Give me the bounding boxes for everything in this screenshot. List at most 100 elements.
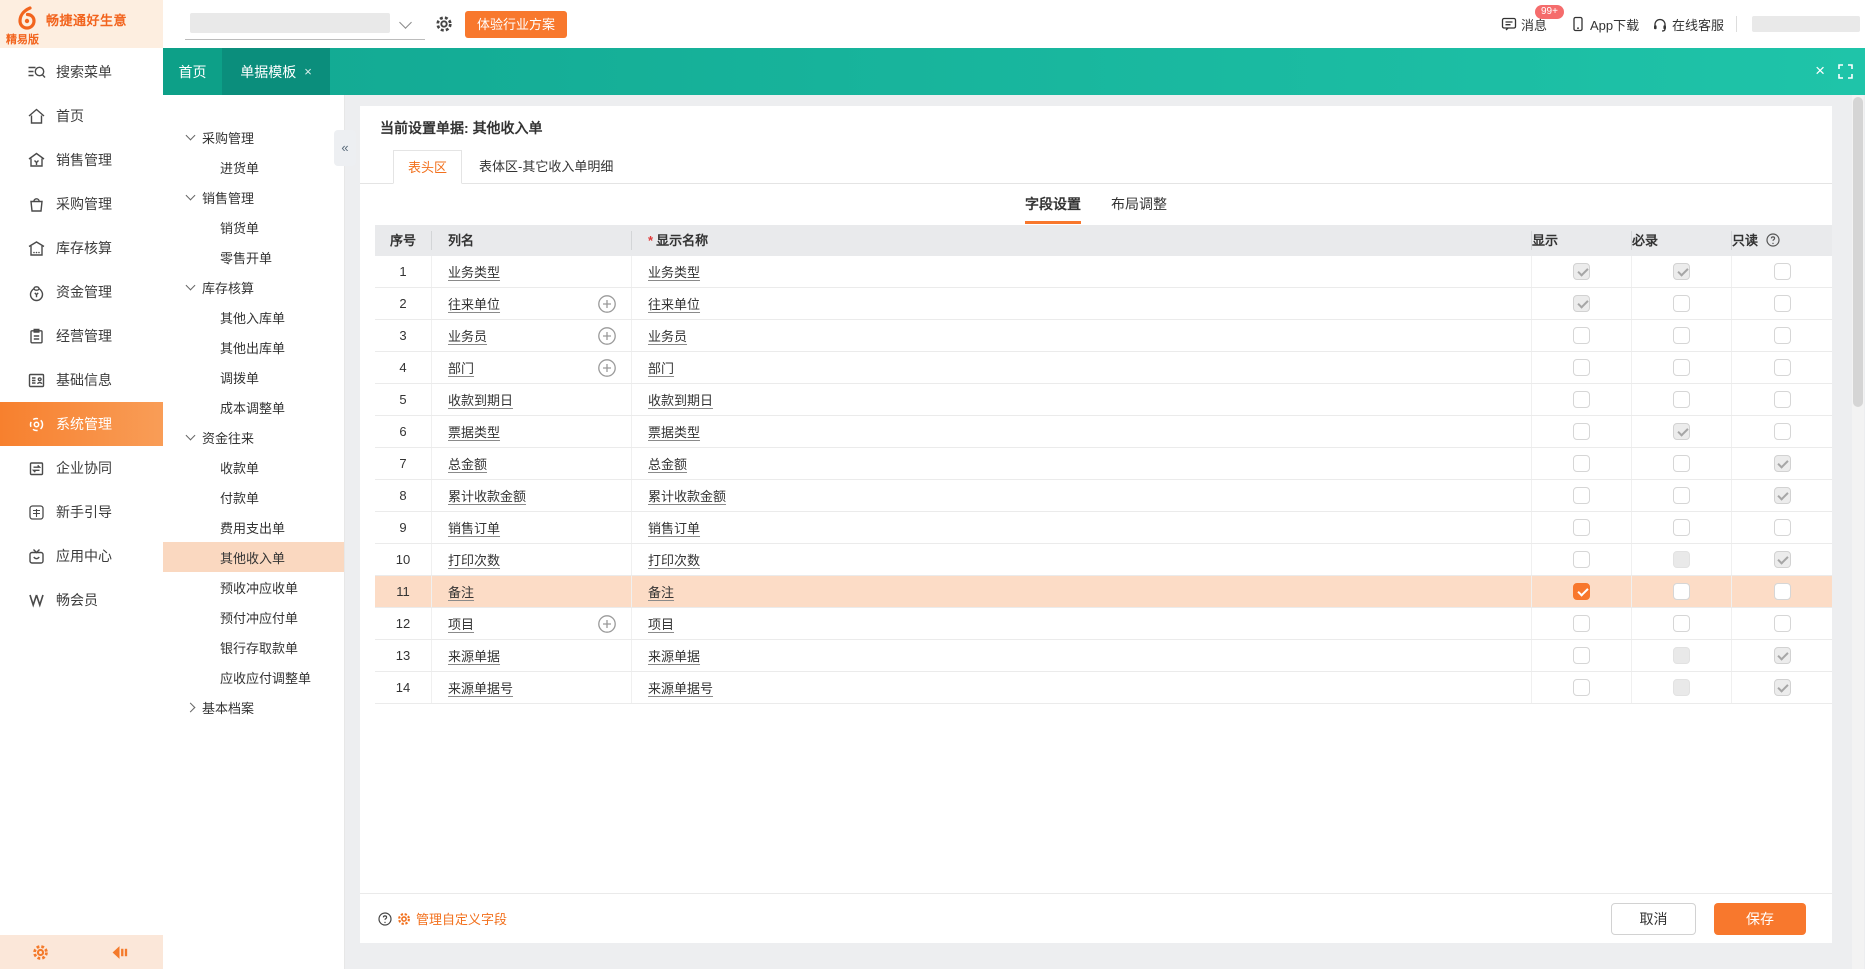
chevron-right-icon[interactable] [185,702,196,712]
show-checkbox[interactable] [1573,487,1590,504]
required-checkbox[interactable] [1673,295,1690,312]
column-name-text[interactable]: 累计收款金额 [448,486,526,505]
tree-item-收款单[interactable]: 收款单 [163,452,344,482]
show-checkbox[interactable] [1573,327,1590,344]
readonly-checkbox[interactable] [1773,263,1791,280]
display-name-text[interactable]: 收款到期日 [648,390,713,409]
readonly-checkbox[interactable] [1773,583,1791,600]
required-checkbox[interactable] [1673,487,1690,504]
sidebar-item-sales[interactable]: 销售管理 [0,138,163,182]
scrollbar-thumb[interactable] [1853,97,1863,407]
cancel-button[interactable]: 取消 [1611,903,1696,935]
readonly-checkbox[interactable] [1773,423,1791,440]
display-name-text[interactable]: 业务类型 [648,262,700,281]
tree-item-其他入库单[interactable]: 其他入库单 [163,302,344,332]
chevron-down-icon[interactable] [185,280,196,290]
show-checkbox[interactable] [1573,295,1590,312]
readonly-checkbox[interactable] [1773,487,1791,504]
logo[interactable]: 畅捷通好生意 精易版 [0,0,163,48]
chevron-down-icon[interactable] [185,130,196,140]
sidebar-item-system[interactable]: 系统管理 [0,402,163,446]
tree-group-销售管理[interactable]: 销售管理 [163,182,344,212]
display-name-text[interactable]: 来源单据 [648,646,700,665]
column-name-text[interactable]: 部门 [448,358,474,377]
tree-group-库存核算[interactable]: 库存核算 [163,272,344,302]
tree-group-资金往来[interactable]: 资金往来 [163,422,344,452]
chevron-down-icon[interactable] [185,430,196,440]
tree-item-零售开单[interactable]: 零售开单 [163,242,344,272]
column-name-text[interactable]: 项目 [448,614,474,633]
column-name-text[interactable]: 票据类型 [448,422,500,441]
tree-group-基本档案[interactable]: 基本档案 [163,692,344,722]
readonly-checkbox[interactable] [1773,647,1791,664]
help-circle-icon[interactable] [378,911,392,926]
display-name-text[interactable]: 票据类型 [648,422,700,441]
show-checkbox[interactable] [1573,679,1590,696]
show-checkbox[interactable] [1573,359,1590,376]
display-name-text[interactable]: 项目 [648,614,674,633]
readonly-checkbox[interactable] [1773,519,1791,536]
sidebar-item-baseinfo[interactable]: 基础信息 [0,358,163,402]
tree-group-采购管理[interactable]: 采购管理 [163,122,344,152]
required-checkbox[interactable] [1673,263,1690,280]
experience-plan-button[interactable]: 体验行业方案 [465,11,568,38]
required-checkbox[interactable] [1673,391,1690,408]
column-name-text[interactable]: 打印次数 [448,550,500,569]
required-checkbox[interactable] [1673,583,1690,600]
tab-home[interactable]: 首页 [163,48,222,95]
readonly-checkbox[interactable] [1773,327,1791,344]
required-checkbox[interactable] [1673,423,1690,440]
required-checkbox[interactable] [1673,647,1690,664]
sidebar-item-appcenter[interactable]: 应用中心 [0,534,163,578]
tree-item-付款单[interactable]: 付款单 [163,482,344,512]
show-checkbox[interactable] [1573,647,1590,664]
show-checkbox[interactable] [1573,263,1590,280]
required-checkbox[interactable] [1673,359,1690,376]
column-name-text[interactable]: 业务类型 [448,262,500,281]
display-name-text[interactable]: 业务员 [648,326,687,345]
tab-close-icon[interactable]: × [304,64,312,79]
readonly-checkbox[interactable] [1773,615,1791,632]
tree-item-销货单[interactable]: 销货单 [163,212,344,242]
show-checkbox[interactable] [1573,583,1590,600]
add-field-icon[interactable] [597,614,617,634]
required-checkbox[interactable] [1673,455,1690,472]
sidebar-item-home[interactable]: 首页 [0,94,163,138]
tab-header-area[interactable]: 表头区 [393,150,463,184]
show-checkbox[interactable] [1573,423,1590,440]
column-name-text[interactable]: 总金额 [448,454,487,473]
collapse-sidebar-icon[interactable] [111,944,128,961]
readonly-checkbox[interactable] [1773,359,1791,376]
add-field-icon[interactable] [597,358,617,378]
readonly-checkbox[interactable] [1773,391,1791,408]
required-checkbox[interactable] [1673,679,1690,696]
required-checkbox[interactable] [1673,551,1690,568]
close-all-tabs-icon[interactable]: × [1815,62,1825,79]
tab-doc-template[interactable]: 单据模板 × [222,48,330,95]
display-name-text[interactable]: 总金额 [648,454,687,473]
tree-item-预收冲应收单[interactable]: 预收冲应收单 [163,572,344,602]
tree-item-费用支出单[interactable]: 费用支出单 [163,512,344,542]
show-checkbox[interactable] [1573,455,1590,472]
required-checkbox[interactable] [1673,327,1690,344]
tab-layout-settings[interactable]: 布局调整 [1111,194,1167,224]
column-name-text[interactable]: 来源单据 [448,646,500,665]
sidebar-item-newbie[interactable]: 新手引导 [0,490,163,534]
tree-item-预付冲应付单[interactable]: 预付冲应付单 [163,602,344,632]
tree-item-进货单[interactable]: 进货单 [163,152,344,182]
column-name-text[interactable]: 来源单据号 [448,678,513,697]
required-checkbox[interactable] [1673,615,1690,632]
readonly-checkbox[interactable] [1773,679,1791,696]
collapse-panel-button[interactable]: « [334,130,356,166]
chevron-down-icon[interactable] [185,190,196,200]
tree-item-银行存取款单[interactable]: 银行存取款单 [163,632,344,662]
show-checkbox[interactable] [1573,391,1590,408]
tree-item-成本调整单[interactable]: 成本调整单 [163,392,344,422]
column-name-text[interactable]: 销售订单 [448,518,500,537]
display-name-text[interactable]: 部门 [648,358,674,377]
manage-custom-fields-link[interactable]: 管理自定义字段 [378,909,507,928]
settings-gear-icon[interactable] [32,944,49,961]
tree-item-调拨单[interactable]: 调拨单 [163,362,344,392]
sidebar-item-operation[interactable]: 经营管理 [0,314,163,358]
gear-icon[interactable] [435,15,453,33]
